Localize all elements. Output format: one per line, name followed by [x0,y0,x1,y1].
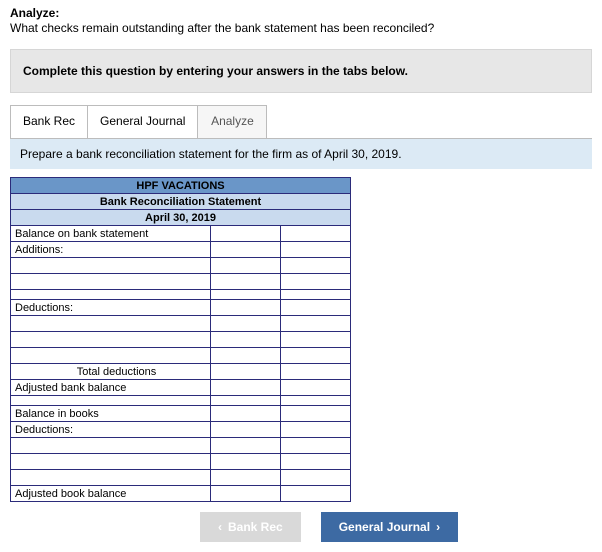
cell-input[interactable] [281,242,351,258]
cell-input[interactable] [211,454,281,470]
row-balance-on-bank-statement[interactable]: Balance on bank statement [11,226,211,242]
cell-input[interactable] [211,332,281,348]
chevron-right-icon: › [436,520,440,534]
row-deductions[interactable]: Deductions: [11,300,211,316]
cell-input[interactable] [281,380,351,396]
cell-input[interactable] [211,348,281,364]
cell-input[interactable] [281,470,351,486]
cell-input[interactable] [11,258,211,274]
prev-button-label: Bank Rec [228,520,283,534]
cell-input[interactable] [211,486,281,502]
chevron-left-icon: ‹ [218,520,222,534]
cell-input[interactable] [281,422,351,438]
stmt-subtitle: Bank Reconciliation Statement [11,194,351,210]
cell-input[interactable] [281,348,351,364]
cell-input[interactable] [11,438,211,454]
cell-input[interactable] [11,274,211,290]
nav-buttons: ‹ Bank Rec General Journal › [200,512,592,542]
cell-input[interactable] [281,332,351,348]
row-additions[interactable]: Additions: [11,242,211,258]
row-balance-in-books[interactable]: Balance in books [11,406,211,422]
instruction-box: Complete this question by entering your … [10,49,592,93]
next-button[interactable]: General Journal › [321,512,458,542]
row-deductions-2[interactable]: Deductions: [11,422,211,438]
cell-input[interactable] [11,348,211,364]
analyze-heading: Analyze: [10,6,592,20]
cell-input[interactable] [211,438,281,454]
tab-analyze[interactable]: Analyze [197,105,267,139]
cell-input[interactable] [11,454,211,470]
row-total-deductions[interactable]: Total deductions [11,364,211,380]
cell-input[interactable] [211,300,281,316]
row-adjusted-bank-balance[interactable]: Adjusted bank balance [11,380,211,396]
cell-input[interactable] [211,470,281,486]
cell-input[interactable] [211,242,281,258]
cell-input[interactable] [211,364,281,380]
tab-general-journal[interactable]: General Journal [87,105,198,139]
cell-input[interactable] [211,274,281,290]
analyze-question: What checks remain outstanding after the… [10,21,592,35]
cell-input[interactable] [281,406,351,422]
cell-input[interactable] [281,486,351,502]
cell-input[interactable] [211,380,281,396]
cell-input[interactable] [281,258,351,274]
cell-input[interactable] [211,316,281,332]
cell-input[interactable] [11,332,211,348]
tabs-row: Bank Rec General Journal Analyze [10,105,592,139]
cell-input[interactable] [211,226,281,242]
cell-input[interactable] [281,274,351,290]
cell-input[interactable] [281,454,351,470]
cell-input[interactable] [281,226,351,242]
cell-input[interactable] [281,300,351,316]
cell-input[interactable] [211,422,281,438]
stmt-date: April 30, 2019 [11,210,351,226]
stmt-title: HPF VACATIONS [11,178,351,194]
cell-input[interactable] [281,438,351,454]
next-button-label: General Journal [339,520,430,534]
cell-input[interactable] [11,316,211,332]
prepare-bar: Prepare a bank reconciliation statement … [10,138,592,169]
cell-input[interactable] [281,316,351,332]
row-adjusted-book-balance[interactable]: Adjusted book balance [11,486,211,502]
cell-input[interactable] [211,406,281,422]
reconciliation-table: HPF VACATIONS Bank Reconciliation Statem… [10,177,351,502]
tab-bank-rec[interactable]: Bank Rec [10,105,88,139]
prev-button: ‹ Bank Rec [200,512,301,542]
cell-input[interactable] [281,364,351,380]
cell-input[interactable] [211,258,281,274]
cell-input[interactable] [11,470,211,486]
